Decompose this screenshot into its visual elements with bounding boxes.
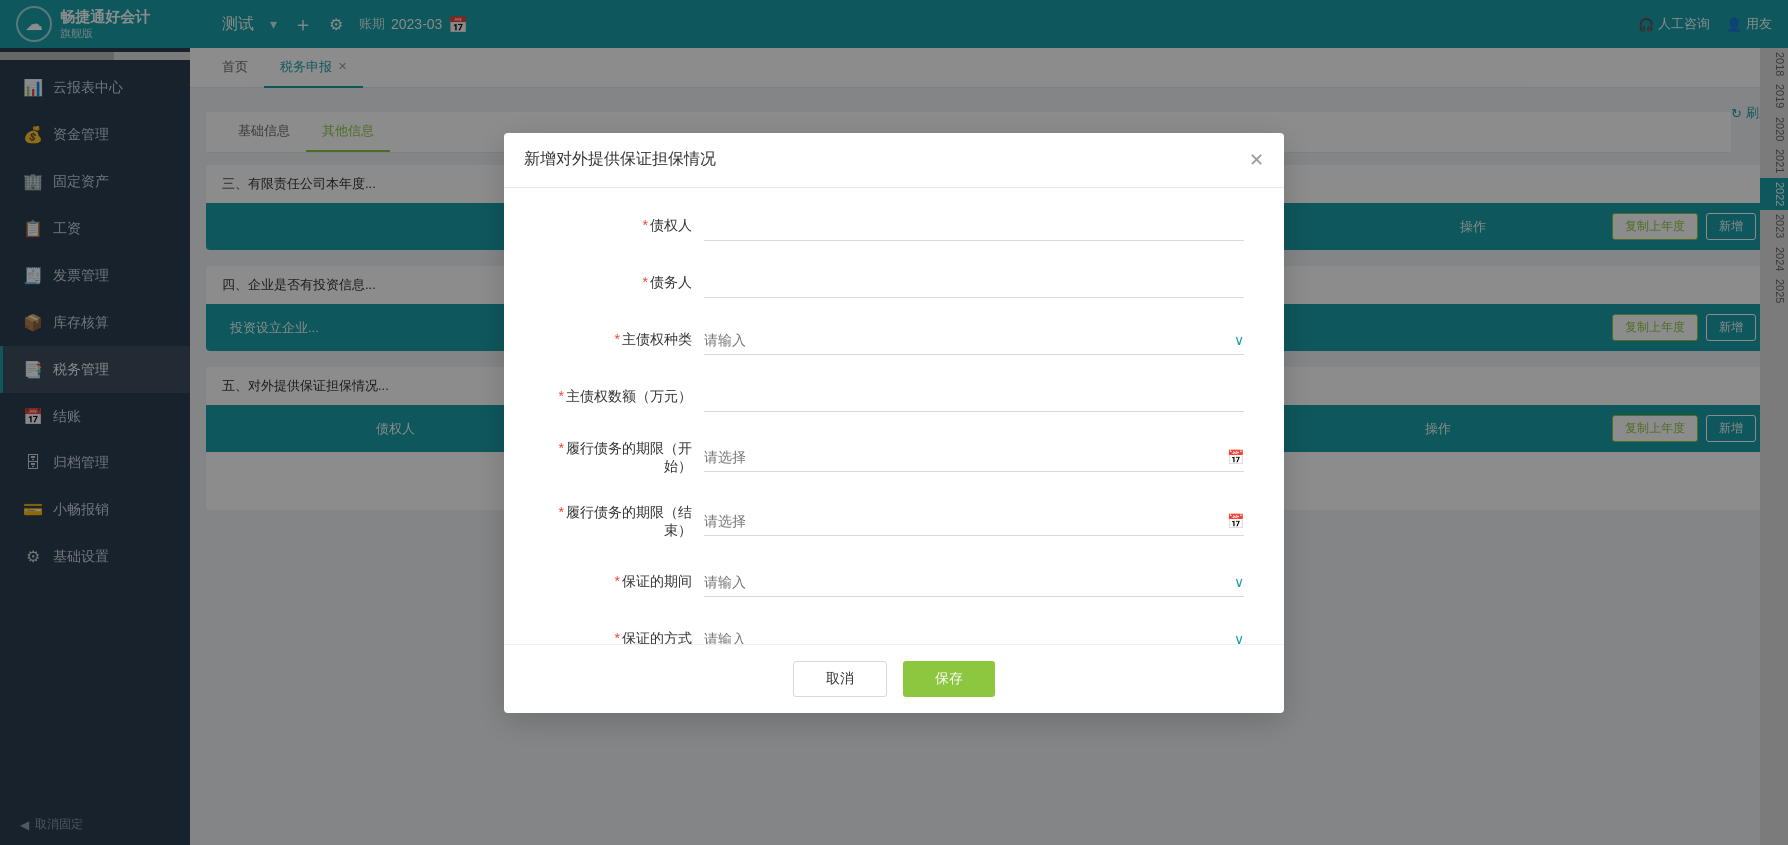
dialog-overlay: 新增对外提供保证担保情况 ✕ *债权人 *债务人 *主债权种类	[0, 0, 1788, 845]
form-row-debtor: *债务人	[544, 269, 1244, 298]
guarantee-method-arrow-icon[interactable]: ∨	[1234, 631, 1244, 644]
period-end-date[interactable]: 📅	[704, 507, 1244, 536]
form-row-creditor: *债权人	[544, 212, 1244, 241]
guarantee-method-input[interactable]	[704, 631, 1234, 644]
claim-type-label-text: 主债权种类	[622, 331, 692, 347]
guarantee-period-label: *保证的期间	[544, 573, 704, 591]
dialog: 新增对外提供保证担保情况 ✕ *债权人 *债务人 *主债权种类	[504, 133, 1284, 713]
form-row-guarantee-period: *保证的期间 ∨	[544, 568, 1244, 597]
claim-type-label: *主债权种类	[544, 331, 704, 349]
period-start-label: *履行债务的期限（开始）	[544, 440, 704, 476]
form-row-period-start: *履行债务的期限（开始） 📅	[544, 440, 1244, 476]
form-row-guarantee-method: *保证的方式 ∨	[544, 625, 1244, 644]
claim-type-arrow-icon[interactable]: ∨	[1234, 332, 1244, 348]
period-end-label-text: 履行债务的期限（结束）	[566, 504, 692, 538]
claim-type-input[interactable]	[704, 332, 1234, 348]
guarantee-period-arrow-icon[interactable]: ∨	[1234, 574, 1244, 590]
claim-type-required: *	[615, 331, 620, 347]
claim-type-select[interactable]: ∨	[704, 326, 1244, 355]
period-start-label-text: 履行债务的期限（开始）	[566, 440, 692, 474]
period-end-calendar-icon[interactable]: 📅	[1227, 513, 1244, 529]
creditor-label-text: 债权人	[650, 217, 692, 233]
cancel-button[interactable]: 取消	[793, 661, 887, 697]
guarantee-period-input[interactable]	[704, 574, 1234, 590]
period-start-input[interactable]	[704, 449, 1227, 465]
dialog-footer: 取消 保存	[504, 644, 1284, 713]
dialog-title: 新增对外提供保证担保情况	[524, 149, 716, 170]
period-start-date[interactable]: 📅	[704, 443, 1244, 472]
claim-amount-required: *	[559, 388, 564, 404]
dialog-header: 新增对外提供保证担保情况 ✕	[504, 133, 1284, 188]
guarantee-period-label-text: 保证的期间	[622, 573, 692, 589]
period-end-required: *	[559, 504, 564, 520]
claim-amount-label: *主债权数额（万元）	[544, 388, 704, 406]
guarantee-period-required: *	[615, 573, 620, 589]
debtor-input[interactable]	[704, 269, 1244, 298]
form-row-claim-amount: *主债权数额（万元）	[544, 383, 1244, 412]
save-button[interactable]: 保存	[903, 661, 995, 697]
form-row-claim-type: *主债权种类 ∨	[544, 326, 1244, 355]
debtor-label: *债务人	[544, 274, 704, 292]
guarantee-method-label-text: 保证的方式	[622, 630, 692, 644]
guarantee-method-label: *保证的方式	[544, 630, 704, 644]
creditor-input[interactable]	[704, 212, 1244, 241]
claim-amount-input[interactable]	[704, 383, 1244, 412]
guarantee-method-required: *	[615, 630, 620, 644]
form-row-period-end: *履行债务的期限（结束） 📅	[544, 504, 1244, 540]
creditor-label: *债权人	[544, 217, 704, 235]
creditor-required-mark: *	[643, 217, 648, 233]
dialog-body: *债权人 *债务人 *主债权种类 ∨	[504, 188, 1284, 644]
period-end-label: *履行债务的期限（结束）	[544, 504, 704, 540]
guarantee-method-select[interactable]: ∨	[704, 625, 1244, 644]
dialog-close-button[interactable]: ✕	[1249, 149, 1264, 171]
period-start-calendar-icon[interactable]: 📅	[1227, 449, 1244, 465]
debtor-label-text: 债务人	[650, 274, 692, 290]
guarantee-period-select[interactable]: ∨	[704, 568, 1244, 597]
period-start-required: *	[559, 440, 564, 456]
claim-amount-label-text: 主债权数额（万元）	[566, 388, 692, 404]
debtor-required-mark: *	[643, 274, 648, 290]
period-end-input[interactable]	[704, 513, 1227, 529]
